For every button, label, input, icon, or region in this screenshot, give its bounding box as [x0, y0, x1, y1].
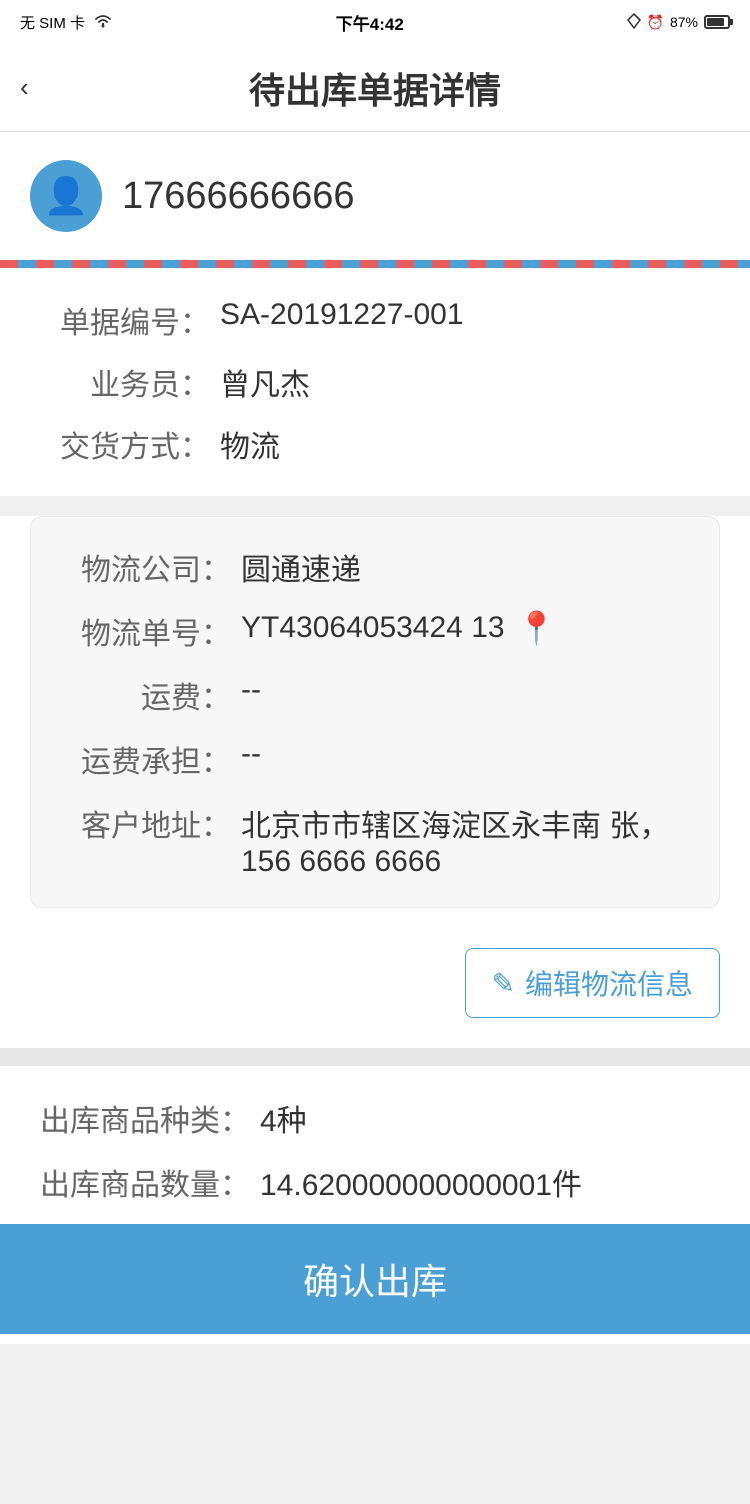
tracking-location-icon: 📍 — [517, 609, 557, 647]
freight-bearer-row: 运费承担： -- — [61, 737, 689, 781]
freight-bearer-value: -- — [241, 737, 689, 771]
delivery-method-label: 交货方式： — [40, 422, 210, 466]
logistics-card: 物流公司： 圆通速递 物流单号： YT43064053424 13 📍 运费： … — [30, 516, 720, 908]
edit-btn-label: 编辑物流信息 — [525, 963, 693, 1003]
wifi-icon — [93, 13, 113, 32]
product-qty-row: 出库商品数量： 14.620000000000001件 — [40, 1160, 710, 1204]
user-phone: 17666666666 — [122, 175, 354, 218]
alarm-icon: ⏰ — [647, 14, 664, 31]
logistics-tracking-label: 物流单号： — [61, 609, 231, 653]
bottom-spacer — [0, 1344, 750, 1504]
back-button[interactable]: ‹ — [20, 72, 29, 103]
summary-card: 出库商品种类： 4种 出库商品数量： 14.620000000000001件 — [0, 1066, 750, 1234]
freight-row: 运费： -- — [61, 673, 689, 717]
confirm-btn-area[interactable]: 确认出库 — [0, 1224, 750, 1334]
sales-person-label: 业务员： — [40, 360, 210, 404]
edit-btn-container: ✎ 编辑物流信息 — [0, 928, 750, 1048]
battery-icon — [704, 15, 730, 29]
address-label: 客户地址： — [61, 801, 231, 845]
delivery-method-row: 交货方式： 物流 — [40, 422, 710, 466]
dashed-separator — [0, 260, 750, 268]
section-separator — [0, 1048, 750, 1066]
product-type-value: 4种 — [260, 1096, 307, 1140]
location-status-icon — [627, 13, 641, 32]
freight-value: -- — [241, 673, 689, 707]
order-number-label: 单据编号： — [40, 298, 210, 342]
avatar-icon: 👤 — [44, 175, 89, 217]
address-row: 客户地址： 北京市市辖区海淀区永丰南 张，156 6666 6666 — [61, 801, 689, 879]
status-bar: 无 SIM 卡 下午4:42 ⏰ 87% — [0, 0, 750, 44]
status-right: ⏰ 87% — [627, 13, 730, 32]
address-value: 北京市市辖区海淀区永丰南 张，156 6666 6666 — [241, 801, 689, 879]
user-card: 👤 17666666666 — [0, 132, 750, 260]
logistics-company-row: 物流公司： 圆通速递 — [61, 545, 689, 589]
edit-logistics-button[interactable]: ✎ 编辑物流信息 — [465, 948, 720, 1018]
product-qty-value: 14.620000000000001件 — [260, 1160, 582, 1204]
product-type-label: 出库商品种类： — [40, 1096, 250, 1140]
avatar: 👤 — [30, 160, 102, 232]
nav-bar: ‹ 待出库单据详情 — [0, 44, 750, 132]
logistics-tracking-value: YT43064053424 13 📍 — [241, 609, 689, 647]
delivery-method-value: 物流 — [220, 422, 710, 466]
order-info-card: 单据编号： SA-20191227-001 业务员： 曾凡杰 交货方式： 物流 — [0, 268, 750, 496]
product-type-row: 出库商品种类： 4种 — [40, 1096, 710, 1140]
carrier-text: 无 SIM 卡 — [20, 12, 85, 33]
product-qty-label: 出库商品数量： — [40, 1160, 250, 1204]
status-time: 下午4:42 — [336, 10, 404, 35]
logistics-tracking-row: 物流单号： YT43064053424 13 📍 — [61, 609, 689, 653]
logistics-company-label: 物流公司： — [61, 545, 231, 589]
page-title: 待出库单据详情 — [249, 62, 501, 114]
status-left: 无 SIM 卡 — [20, 12, 113, 33]
edit-icon: ✎ — [492, 967, 515, 1000]
logistics-company-value: 圆通速递 — [241, 545, 689, 589]
order-number-value: SA-20191227-001 — [220, 298, 710, 332]
order-number-row: 单据编号： SA-20191227-001 — [40, 298, 710, 342]
freight-bearer-label: 运费承担： — [61, 737, 231, 781]
sales-person-row: 业务员： 曾凡杰 — [40, 360, 710, 404]
freight-label: 运费： — [61, 673, 231, 717]
battery-percent: 87% — [670, 14, 698, 30]
confirm-button-label: 确认出库 — [303, 1253, 447, 1305]
sales-person-value: 曾凡杰 — [220, 360, 710, 404]
